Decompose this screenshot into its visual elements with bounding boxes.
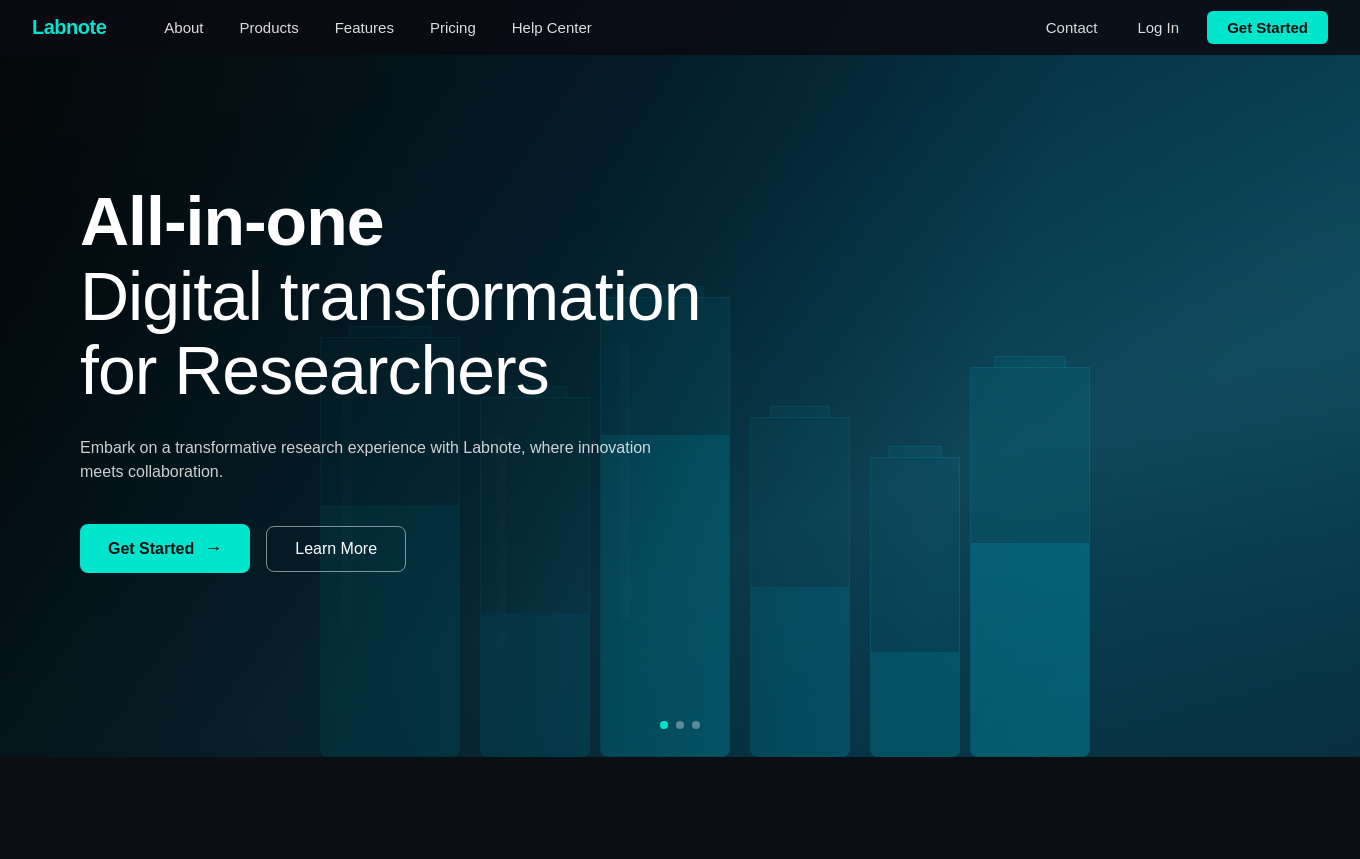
hero-title-line2: Digital transformation bbox=[80, 259, 700, 334]
nav-contact[interactable]: Contact bbox=[1034, 13, 1110, 42]
hero-buttons: Get Started Learn More bbox=[80, 524, 700, 573]
hero-title: All-in-one Digital transformation for Re… bbox=[80, 184, 700, 408]
hero-learn-more-button[interactable]: Learn More bbox=[266, 526, 406, 572]
carousel-dot-1[interactable] bbox=[660, 721, 668, 729]
nav-right: Contact Log In Get Started bbox=[1034, 11, 1328, 44]
nav-features[interactable]: Features bbox=[317, 0, 412, 55]
nav-about[interactable]: About bbox=[146, 0, 221, 55]
hero-content: All-in-one Digital transformation for Re… bbox=[0, 184, 700, 573]
hero-get-started-button[interactable]: Get Started bbox=[80, 524, 250, 573]
logo-text: Labnote bbox=[32, 16, 106, 38]
carousel-dot-3[interactable] bbox=[692, 721, 700, 729]
nav-login[interactable]: Log In bbox=[1125, 13, 1191, 42]
hero-title-line3: for Researchers bbox=[80, 333, 700, 408]
nav-help-center[interactable]: Help Center bbox=[494, 0, 610, 55]
hero-subtitle: Embark on a transformative research expe… bbox=[80, 436, 660, 484]
nav-pricing[interactable]: Pricing bbox=[412, 0, 494, 55]
hero-title-line1: All-in-one bbox=[80, 184, 700, 259]
nav-get-started-button[interactable]: Get Started bbox=[1207, 11, 1328, 44]
carousel-indicators bbox=[660, 721, 700, 729]
nav-links: About Products Features Pricing Help Cen… bbox=[146, 0, 1033, 55]
logo[interactable]: Labnote bbox=[32, 16, 106, 39]
nav-products[interactable]: Products bbox=[221, 0, 316, 55]
below-hero-section bbox=[0, 757, 1360, 859]
carousel-dot-2[interactable] bbox=[676, 721, 684, 729]
arrow-right-icon bbox=[204, 538, 222, 559]
hero-section: All-in-one Digital transformation for Re… bbox=[0, 0, 1360, 757]
navbar: Labnote About Products Features Pricing … bbox=[0, 0, 1360, 55]
